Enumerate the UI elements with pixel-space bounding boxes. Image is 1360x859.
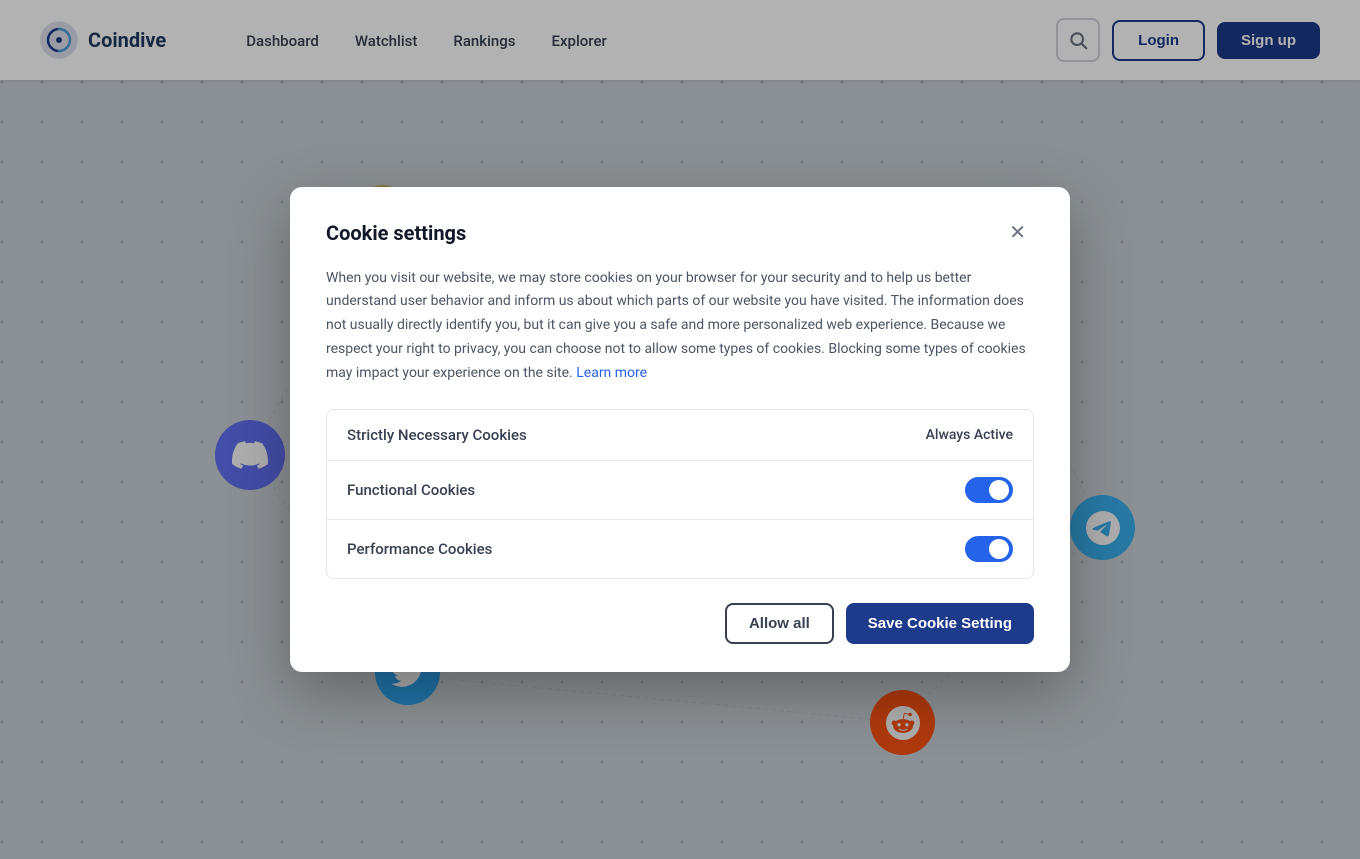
modal-close-button[interactable]: ✕ [1001,219,1034,247]
learn-more-link[interactable]: Learn more [576,365,647,381]
performance-cookies-label: Performance Cookies [347,540,492,558]
cookie-row-functional: Functional Cookies [327,461,1033,520]
modal-title: Cookie settings [326,221,466,245]
modal-body: When you visit our website, we may store… [326,267,1034,386]
performance-toggle[interactable] [965,536,1013,562]
modal-footer: Allow all Save Cookie Setting [326,603,1034,644]
cookie-row-performance: Performance Cookies [327,520,1033,578]
always-active-status: Always Active [926,427,1013,443]
cookie-row-strictly-necessary: Strictly Necessary Cookies Always Active [327,410,1033,461]
allow-all-button[interactable]: Allow all [725,603,834,644]
save-cookie-button[interactable]: Save Cookie Setting [846,603,1034,644]
functional-toggle[interactable] [965,477,1013,503]
strictly-necessary-label: Strictly Necessary Cookies [347,426,527,444]
functional-cookies-label: Functional Cookies [347,481,475,499]
functional-toggle-slider [965,477,1013,503]
cookie-settings-modal: Cookie settings ✕ When you visit our web… [290,187,1070,673]
cookie-table: Strictly Necessary Cookies Always Active… [326,409,1034,579]
modal-header: Cookie settings ✕ [326,219,1034,247]
performance-toggle-slider [965,536,1013,562]
